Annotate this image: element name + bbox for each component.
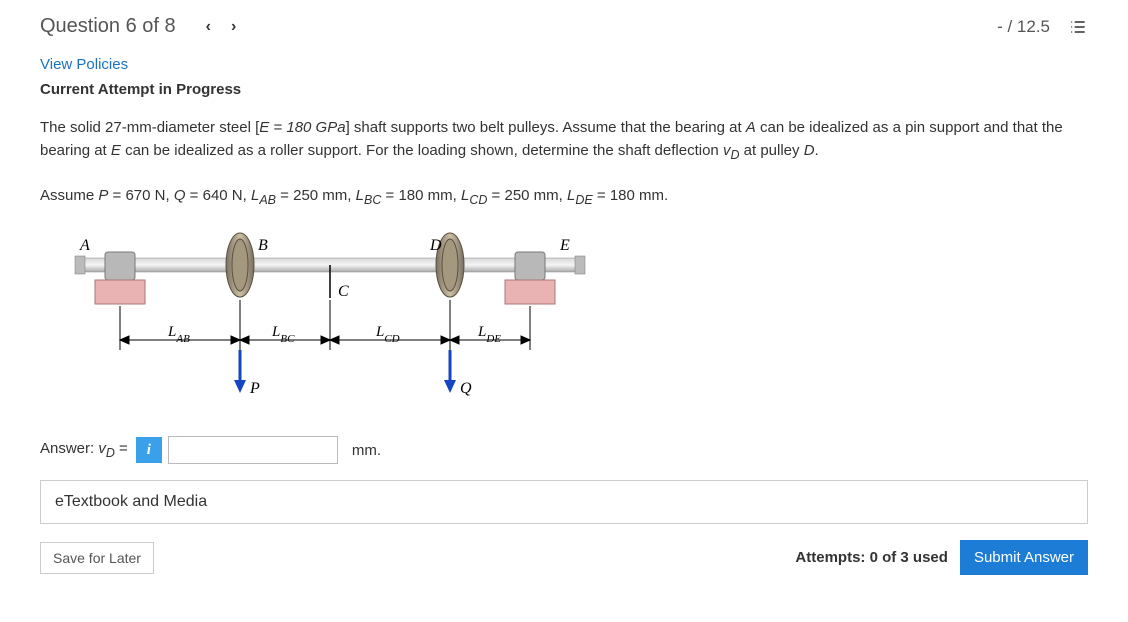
t: Q: [174, 187, 186, 204]
t: D: [106, 446, 115, 460]
t: ] shaft supports two belt pulleys. Assum…: [346, 119, 746, 136]
problem-statement: The solid 27-mm-diameter steel [E = 180 …: [40, 116, 1088, 210]
problem-para-2: Assume P = 670 N, Q = 640 N, L AB = 250 m…: [40, 184, 1088, 210]
svg-text:LCD: LCD: [375, 324, 400, 345]
t: E: [111, 142, 121, 159]
t: Assume: [40, 187, 98, 204]
header-right: - / 12.5: [997, 17, 1088, 37]
problem-para-1: The solid 27-mm-diameter steel [E = 180 …: [40, 116, 1088, 166]
label-E: E: [559, 237, 570, 254]
label-D: D: [429, 237, 442, 254]
t: CD: [469, 193, 487, 207]
t: .: [815, 142, 819, 159]
t: P: [98, 187, 108, 204]
attempt-status: Current Attempt in Progress: [40, 81, 1088, 98]
answer-input[interactable]: [168, 436, 338, 464]
t: D: [804, 142, 815, 159]
right-actions: Attempts: 0 of 3 used Submit Answer: [795, 540, 1088, 575]
answer-row: Answer: vD = i mm.: [40, 436, 1088, 464]
t: = 250 mm,: [487, 187, 567, 204]
view-policies-link[interactable]: View Policies: [40, 56, 128, 73]
shaft-diagram: A B C D E LAB LBC LCD LDE P Q: [60, 228, 1088, 412]
footer-actions: Save for Later Attempts: 0 of 3 used Sub…: [40, 540, 1088, 575]
t: = 180 mm.: [593, 187, 668, 204]
etextbook-media-button[interactable]: eTextbook and Media: [40, 480, 1088, 524]
t: BC: [364, 193, 381, 207]
t: = 670 N,: [108, 187, 173, 204]
t: =: [115, 440, 128, 457]
answer-unit: mm.: [352, 442, 381, 459]
save-for-later-button[interactable]: Save for Later: [40, 542, 154, 574]
t: The solid 27-mm-diameter steel [: [40, 119, 259, 136]
svg-text:LAB: LAB: [167, 324, 190, 345]
t: L: [356, 187, 364, 204]
t: DE: [575, 193, 592, 207]
label-C: C: [338, 283, 349, 300]
info-icon[interactable]: i: [136, 437, 162, 463]
t: = 250 mm,: [276, 187, 356, 204]
attempts-counter: Attempts: 0 of 3 used: [795, 549, 948, 566]
svg-text:LDE: LDE: [477, 324, 501, 345]
svg-text:Q: Q: [460, 380, 472, 397]
t: A: [746, 119, 756, 136]
answer-label: Answer: vD =: [40, 440, 128, 460]
score: - / 12.5: [997, 17, 1050, 37]
t: AB: [259, 193, 276, 207]
svg-text:P: P: [249, 380, 260, 397]
prev-question-icon[interactable]: ‹: [206, 18, 211, 36]
question-header: Question 6 of 8 ‹ › - / 12.5: [40, 15, 1088, 38]
nav-arrows: ‹ ›: [206, 18, 237, 36]
svg-text:LBC: LBC: [271, 324, 295, 345]
t: can be idealized as a roller support. Fo…: [121, 142, 723, 159]
t: Answer:: [40, 440, 98, 457]
header-left: Question 6 of 8 ‹ ›: [40, 15, 236, 38]
label-A: A: [79, 237, 90, 254]
t: v: [98, 440, 106, 457]
label-B: B: [258, 237, 268, 254]
t: = 640 N,: [186, 187, 251, 204]
question-list-icon[interactable]: [1068, 17, 1088, 37]
submit-answer-button[interactable]: Submit Answer: [960, 540, 1088, 575]
t: = 180 mm,: [381, 187, 461, 204]
question-number: Question 6 of 8: [40, 15, 176, 38]
next-question-icon[interactable]: ›: [231, 18, 236, 36]
t: E = 180 GPa: [259, 119, 345, 136]
t: at pulley: [739, 142, 803, 159]
